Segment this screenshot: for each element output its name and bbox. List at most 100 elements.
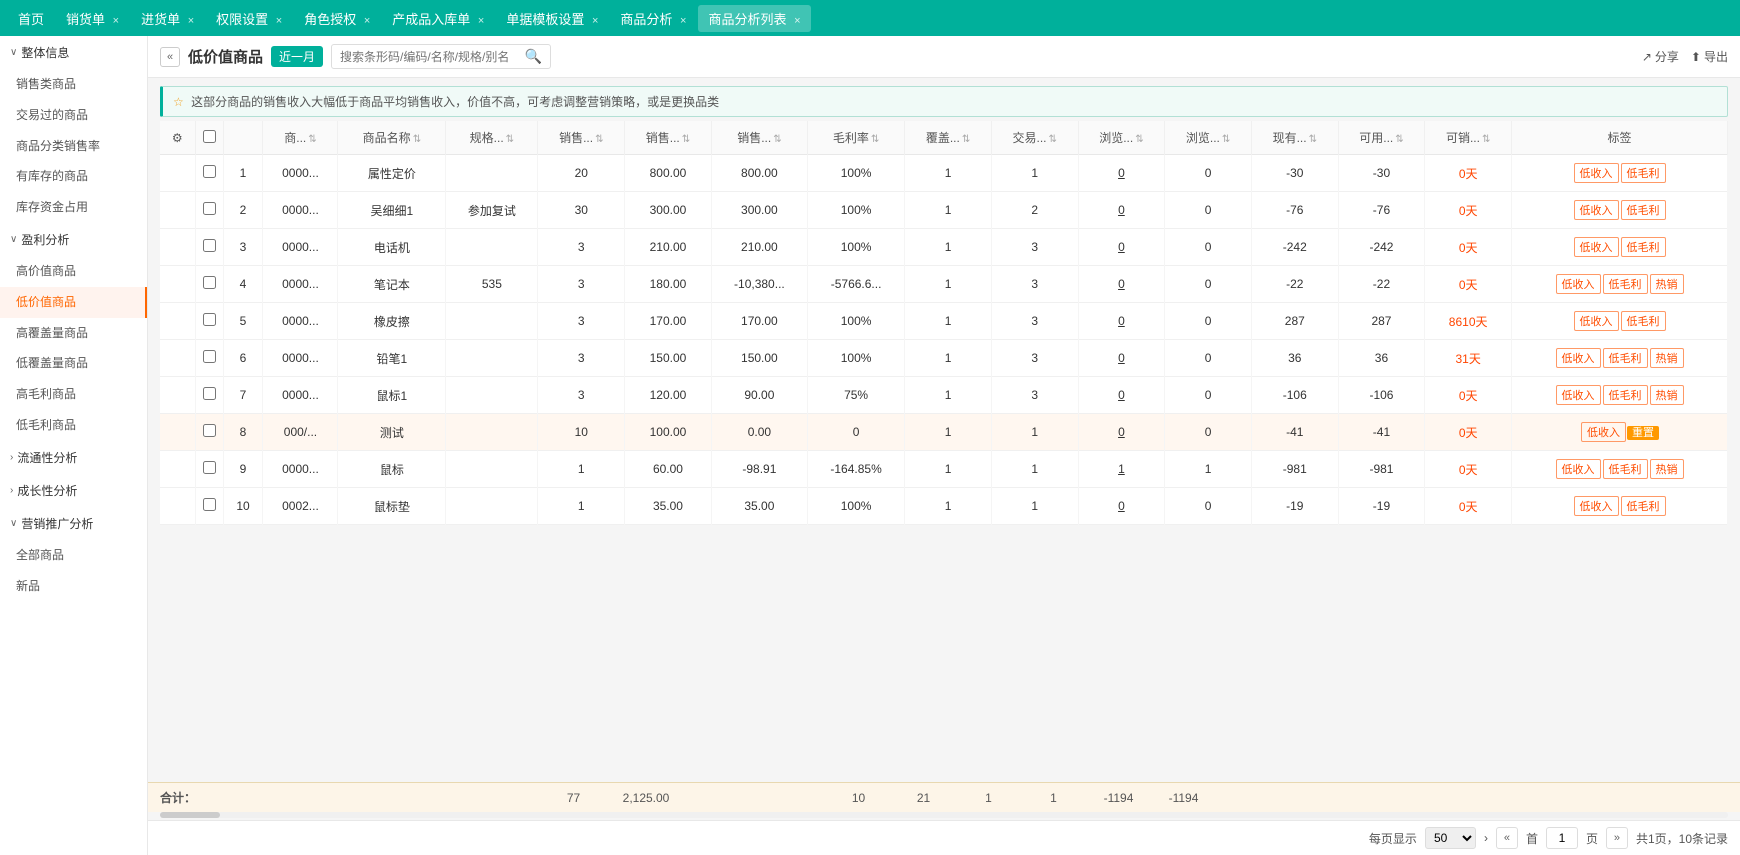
browse1-link[interactable]: 0 [1118,203,1125,217]
cell-spec [446,377,538,414]
browse1-link[interactable]: 0 [1118,499,1125,513]
browse1-link[interactable]: 0 [1118,351,1125,365]
sidebar-group-growth[interactable]: › 成长性分析 [0,474,147,507]
th-sales-qty[interactable]: 销售...⇅ [538,121,625,155]
cell-seq: 1 [223,155,263,192]
nav-role-auth[interactable]: 角色授权 × [294,5,380,32]
th-settings[interactable]: ⚙ [160,121,195,155]
pagination-first-button[interactable]: « [1496,827,1518,849]
close-icon[interactable]: × [188,15,194,27]
share-button[interactable]: ↗ 分享 [1642,48,1679,65]
search-icon[interactable]: 🔍 [525,48,542,65]
sidebar-item-all-products[interactable]: 全部商品 [0,540,147,571]
cell-checkbox[interactable] [195,414,223,451]
nav-purchase[interactable]: 进货单 × [131,5,204,32]
row-checkbox[interactable] [203,276,216,289]
nav-product-analysis[interactable]: 商品分析 × [610,5,696,32]
sidebar-item-high-coverage[interactable]: 高覆盖量商品 [0,318,147,349]
row-checkbox[interactable] [203,239,216,252]
sidebar-group-overall[interactable]: ∨ 整体信息 [0,36,147,69]
row-checkbox[interactable] [203,313,216,326]
close-icon[interactable]: × [113,15,119,27]
cell-checkbox[interactable] [195,155,223,192]
th-stock[interactable]: 现有...⇅ [1251,121,1338,155]
row-checkbox[interactable] [203,202,216,215]
th-name[interactable]: 商品名称⇅ [338,121,446,155]
row-checkbox[interactable] [203,387,216,400]
filter-tag-recent-month[interactable]: 近一月 [271,46,323,67]
sidebar-item-new-products[interactable]: 新品 [0,571,147,602]
sidebar-group-marketing[interactable]: ∨ 营销推广分析 [0,507,147,540]
sidebar-item-high-profit[interactable]: 高毛利商品 [0,379,147,410]
sidebar-group-circulation[interactable]: › 流通性分析 [0,441,147,474]
th-saleable[interactable]: 可销...⇅ [1425,121,1512,155]
browse1-link[interactable]: 0 [1118,240,1125,254]
th-checkbox[interactable] [195,121,223,155]
sidebar-item-stock-capital[interactable]: 库存资金占用 [0,192,147,223]
th-coverage[interactable]: 覆盖...⇅ [905,121,992,155]
cell-checkbox[interactable] [195,266,223,303]
th-margin[interactable]: 毛利率⇅ [807,121,904,155]
browse1-link[interactable]: 1 [1118,462,1125,476]
sidebar-item-low-value[interactable]: 低价值商品 [0,287,147,318]
th-sales-price[interactable]: 销售...⇅ [625,121,712,155]
sidebar-item-stock-products[interactable]: 有库存的商品 [0,161,147,192]
th-browse2[interactable]: 浏览...⇅ [1165,121,1252,155]
scrollbar-track[interactable] [160,812,1728,818]
th-code[interactable]: 商...⇅ [263,121,338,155]
row-checkbox[interactable] [203,165,216,178]
cell-checkbox[interactable] [195,229,223,266]
th-browse1[interactable]: 浏览...⇅ [1078,121,1165,155]
sidebar-item-low-coverage[interactable]: 低覆盖量商品 [0,348,147,379]
sidebar-item-traded-products[interactable]: 交易过的商品 [0,100,147,131]
nav-home[interactable]: 首页 [8,5,54,32]
browse1-link[interactable]: 0 [1118,277,1125,291]
browse1-link[interactable]: 0 [1118,314,1125,328]
cell-margin: 0 [807,414,904,451]
cell-checkbox[interactable] [195,340,223,377]
close-icon[interactable]: × [794,15,800,27]
cell-checkbox[interactable] [195,451,223,488]
scrollbar-thumb[interactable] [160,812,220,818]
sidebar-item-sales-products[interactable]: 销售类商品 [0,69,147,100]
nav-product-analysis-list[interactable]: 商品分析列表 × [698,5,810,32]
pagination-next-button[interactable]: » [1606,827,1628,849]
cell-checkbox[interactable] [195,377,223,414]
sidebar-group-profit[interactable]: ∨ 盈利分析 [0,223,147,256]
cell-days: 0天 [1425,488,1512,525]
per-page-select[interactable]: 50 100 200 [1425,827,1476,849]
sidebar-item-low-profit[interactable]: 低毛利商品 [0,410,147,441]
row-checkbox[interactable] [203,424,216,437]
row-checkbox[interactable] [203,461,216,474]
cell-checkbox[interactable] [195,303,223,340]
pagination-page-input[interactable] [1546,827,1578,849]
close-icon[interactable]: × [478,15,484,27]
close-icon[interactable]: × [592,15,598,27]
cell-checkbox[interactable] [195,488,223,525]
export-button[interactable]: ⬆ 导出 [1691,48,1728,65]
close-icon[interactable]: × [364,15,370,27]
row-checkbox[interactable] [203,350,216,363]
close-icon[interactable]: × [680,15,686,27]
th-transactions[interactable]: 交易...⇅ [991,121,1078,155]
close-icon[interactable]: × [276,15,282,27]
nav-products-in[interactable]: 产成品入库单 × [382,5,494,32]
nav-template[interactable]: 单据模板设置 × [496,5,608,32]
sidebar-item-high-value[interactable]: 高价值商品 [0,256,147,287]
browse1-link[interactable]: 0 [1118,425,1125,439]
nav-permissions[interactable]: 权限设置 × [206,5,292,32]
select-all-checkbox[interactable] [203,130,216,143]
sidebar-item-category-rate[interactable]: 商品分类销售率 [0,131,147,162]
browse1-link[interactable]: 0 [1118,388,1125,402]
cell-checkbox[interactable] [195,192,223,229]
browse1-link[interactable]: 0 [1118,166,1125,180]
nav-sales[interactable]: 销货单 × [56,5,129,32]
tag-low-profit: 低毛利 [1621,163,1666,183]
th-available[interactable]: 可用...⇅ [1338,121,1425,155]
arrow-icon: ∨ [10,47,17,58]
th-sales-gross[interactable]: 销售...⇅ [711,121,807,155]
th-spec[interactable]: 规格...⇅ [446,121,538,155]
search-input[interactable] [340,50,521,64]
row-checkbox[interactable] [203,498,216,511]
collapse-button[interactable]: « [160,47,180,67]
